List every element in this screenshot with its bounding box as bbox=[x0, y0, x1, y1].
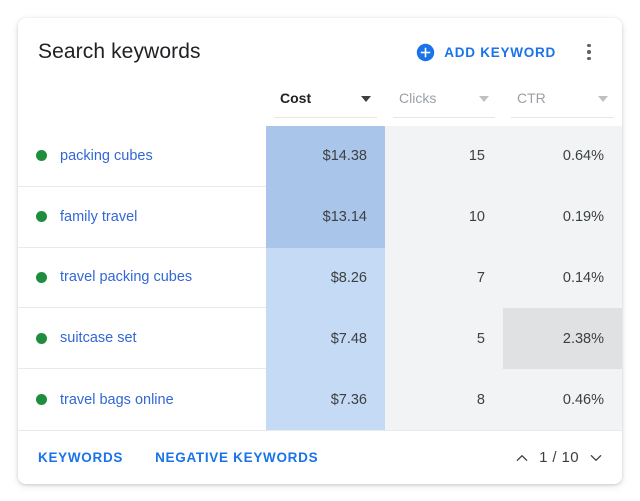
column-header-clicks[interactable]: Clicks bbox=[385, 86, 503, 126]
keyword-link[interactable]: travel bags online bbox=[60, 392, 174, 408]
column-header-cost[interactable]: Cost bbox=[266, 86, 385, 126]
plus-circle-icon bbox=[416, 43, 435, 62]
card-header: Search keywords ADD KEYWORD bbox=[18, 18, 622, 86]
cell-ctr: 2.38% bbox=[503, 308, 622, 369]
table-row[interactable]: family travel $13.14 10 0.19% bbox=[18, 187, 622, 248]
cell-cost: $14.38 bbox=[266, 126, 385, 187]
cell-keyword: suitcase set bbox=[18, 308, 266, 369]
table-row[interactable]: travel bags online $7.36 8 0.46% bbox=[18, 369, 622, 430]
column-header-row: Cost Clicks CTR bbox=[18, 86, 622, 126]
cell-clicks: 15 bbox=[385, 126, 503, 187]
cell-cost: $7.36 bbox=[266, 369, 385, 430]
kebab-dot bbox=[587, 57, 591, 61]
cell-keyword: packing cubes bbox=[18, 126, 266, 187]
add-keyword-button[interactable]: ADD KEYWORD bbox=[414, 39, 558, 66]
keyword-link[interactable]: family travel bbox=[60, 209, 137, 225]
cell-cost: $8.26 bbox=[266, 248, 385, 309]
cell-ctr: 0.19% bbox=[503, 187, 622, 248]
chevron-down-icon bbox=[598, 96, 608, 102]
cell-cost: $7.48 bbox=[266, 308, 385, 369]
status-dot-icon bbox=[36, 333, 47, 344]
status-dot-icon bbox=[36, 394, 47, 405]
status-dot-icon bbox=[36, 150, 47, 161]
kebab-dot bbox=[587, 50, 591, 54]
cell-clicks: 10 bbox=[385, 187, 503, 248]
tab-keywords[interactable]: KEYWORDS bbox=[38, 450, 123, 465]
pagination: 1 / 10 bbox=[514, 449, 604, 466]
keywords-table: packing cubes $14.38 15 0.64% family tra… bbox=[18, 126, 622, 430]
status-dot-icon bbox=[36, 272, 47, 283]
cell-ctr: 0.64% bbox=[503, 126, 622, 187]
keyword-link[interactable]: travel packing cubes bbox=[60, 269, 192, 285]
cell-keyword: travel bags online bbox=[18, 369, 266, 430]
tab-negative-keywords[interactable]: NEGATIVE KEYWORDS bbox=[155, 450, 318, 465]
cell-ctr: 0.46% bbox=[503, 369, 622, 430]
cell-keyword: family travel bbox=[18, 187, 266, 248]
status-dot-icon bbox=[36, 211, 47, 222]
column-underline bbox=[511, 117, 614, 118]
cell-cost: $13.14 bbox=[266, 187, 385, 248]
column-header-cost-label: Cost bbox=[280, 90, 311, 107]
table-row[interactable]: suitcase set $7.48 5 2.38% bbox=[18, 308, 622, 369]
cell-clicks: 7 bbox=[385, 248, 503, 309]
card-footer: KEYWORDS NEGATIVE KEYWORDS 1 / 10 bbox=[18, 430, 622, 484]
chevron-down-icon bbox=[361, 96, 371, 102]
cell-clicks: 8 bbox=[385, 369, 503, 430]
column-header-clicks-label: Clicks bbox=[399, 90, 436, 107]
column-underline bbox=[274, 117, 377, 118]
add-keyword-label: ADD KEYWORD bbox=[444, 45, 556, 60]
more-vert-icon[interactable] bbox=[572, 35, 606, 69]
cell-keyword: travel packing cubes bbox=[18, 248, 266, 309]
column-header-ctr[interactable]: CTR bbox=[503, 86, 622, 126]
table-row[interactable]: packing cubes $14.38 15 0.64% bbox=[18, 126, 622, 187]
page-title: Search keywords bbox=[38, 40, 201, 64]
keyword-link[interactable]: suitcase set bbox=[60, 330, 137, 346]
pagination-label: 1 / 10 bbox=[539, 449, 579, 466]
column-underline bbox=[393, 117, 495, 118]
cell-clicks: 5 bbox=[385, 308, 503, 369]
keyword-link[interactable]: packing cubes bbox=[60, 148, 153, 164]
cell-ctr: 0.14% bbox=[503, 248, 622, 309]
column-header-ctr-label: CTR bbox=[517, 90, 546, 107]
search-keywords-card: Search keywords ADD KEYWORD Cost Clicks bbox=[18, 18, 622, 484]
chevron-down-icon[interactable] bbox=[588, 450, 604, 466]
table-row[interactable]: travel packing cubes $8.26 7 0.14% bbox=[18, 248, 622, 309]
kebab-dot bbox=[587, 44, 591, 48]
chevron-down-icon bbox=[479, 96, 489, 102]
column-header-keyword bbox=[18, 86, 266, 126]
chevron-up-icon[interactable] bbox=[514, 450, 530, 466]
